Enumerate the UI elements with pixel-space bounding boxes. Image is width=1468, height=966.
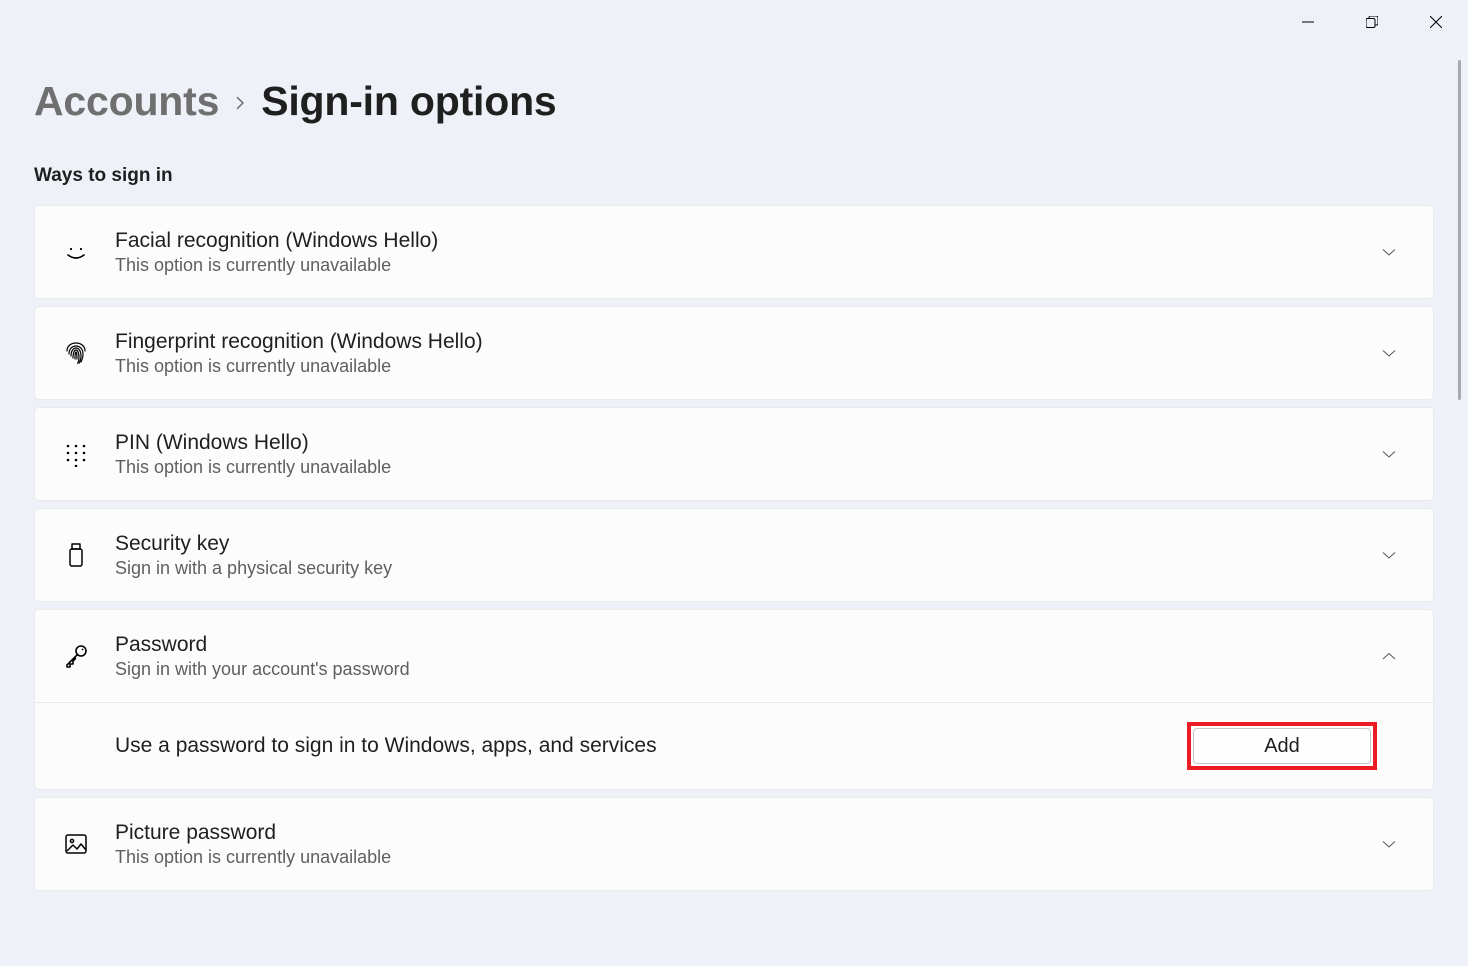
option-expanded-panel: Use a password to sign in to Windows, ap… bbox=[35, 702, 1433, 789]
option-security-key: Security key Sign in with a physical sec… bbox=[34, 508, 1434, 602]
chevron-down-icon bbox=[1379, 834, 1399, 854]
option-subtitle: Sign in with your account's password bbox=[115, 659, 1355, 680]
option-subtitle: This option is currently unavailable bbox=[115, 847, 1355, 868]
option-title: PIN (Windows Hello) bbox=[115, 431, 1355, 455]
option-title: Password bbox=[115, 633, 1355, 657]
option-password: Password Sign in with your account's pas… bbox=[34, 609, 1434, 790]
option-subtitle: This option is currently unavailable bbox=[115, 457, 1355, 478]
option-header[interactable]: Security key Sign in with a physical sec… bbox=[35, 509, 1433, 601]
chevron-right-icon bbox=[233, 93, 247, 116]
usb-key-icon bbox=[61, 540, 91, 570]
option-pin: PIN (Windows Hello) This option is curre… bbox=[34, 407, 1434, 501]
option-title: Fingerprint recognition (Windows Hello) bbox=[115, 330, 1355, 354]
option-title: Security key bbox=[115, 532, 1355, 556]
option-subtitle: This option is currently unavailable bbox=[115, 255, 1355, 276]
option-header[interactable]: Picture password This option is currentl… bbox=[35, 798, 1433, 890]
chevron-down-icon bbox=[1379, 242, 1399, 262]
scrollbar[interactable] bbox=[1458, 60, 1461, 400]
option-title: Picture password bbox=[115, 821, 1355, 845]
option-header[interactable]: PIN (Windows Hello) This option is curre… bbox=[35, 408, 1433, 500]
chevron-down-icon bbox=[1379, 545, 1399, 565]
picture-icon bbox=[61, 829, 91, 859]
key-icon bbox=[61, 641, 91, 671]
option-subtitle: Sign in with a physical security key bbox=[115, 558, 1355, 579]
chevron-down-icon bbox=[1379, 444, 1399, 464]
pin-keypad-icon bbox=[61, 439, 91, 469]
option-picture-password: Picture password This option is currentl… bbox=[34, 797, 1434, 891]
window-controls bbox=[1276, 0, 1468, 44]
option-subtitle: This option is currently unavailable bbox=[115, 356, 1355, 377]
chevron-up-icon bbox=[1379, 646, 1399, 666]
chevron-down-icon bbox=[1379, 343, 1399, 363]
option-facial-recognition: Facial recognition (Windows Hello) This … bbox=[34, 205, 1434, 299]
option-header[interactable]: Facial recognition (Windows Hello) This … bbox=[35, 206, 1433, 298]
section-heading: Ways to sign in bbox=[34, 165, 1434, 187]
breadcrumb-parent[interactable]: Accounts bbox=[34, 78, 219, 125]
page-title: Sign-in options bbox=[261, 78, 556, 125]
close-button[interactable] bbox=[1404, 0, 1468, 44]
option-header[interactable]: Fingerprint recognition (Windows Hello) … bbox=[35, 307, 1433, 399]
add-button-highlight: Add bbox=[1187, 722, 1377, 770]
option-header[interactable]: Password Sign in with your account's pas… bbox=[35, 610, 1433, 702]
smile-icon bbox=[61, 237, 91, 267]
fingerprint-icon bbox=[61, 338, 91, 368]
option-title: Facial recognition (Windows Hello) bbox=[115, 229, 1355, 253]
maximize-button[interactable] bbox=[1340, 0, 1404, 44]
add-password-button[interactable]: Add bbox=[1193, 728, 1371, 764]
expanded-description: Use a password to sign in to Windows, ap… bbox=[115, 734, 1167, 758]
minimize-button[interactable] bbox=[1276, 0, 1340, 44]
breadcrumb: Accounts Sign-in options bbox=[34, 78, 1434, 125]
option-fingerprint: Fingerprint recognition (Windows Hello) … bbox=[34, 306, 1434, 400]
